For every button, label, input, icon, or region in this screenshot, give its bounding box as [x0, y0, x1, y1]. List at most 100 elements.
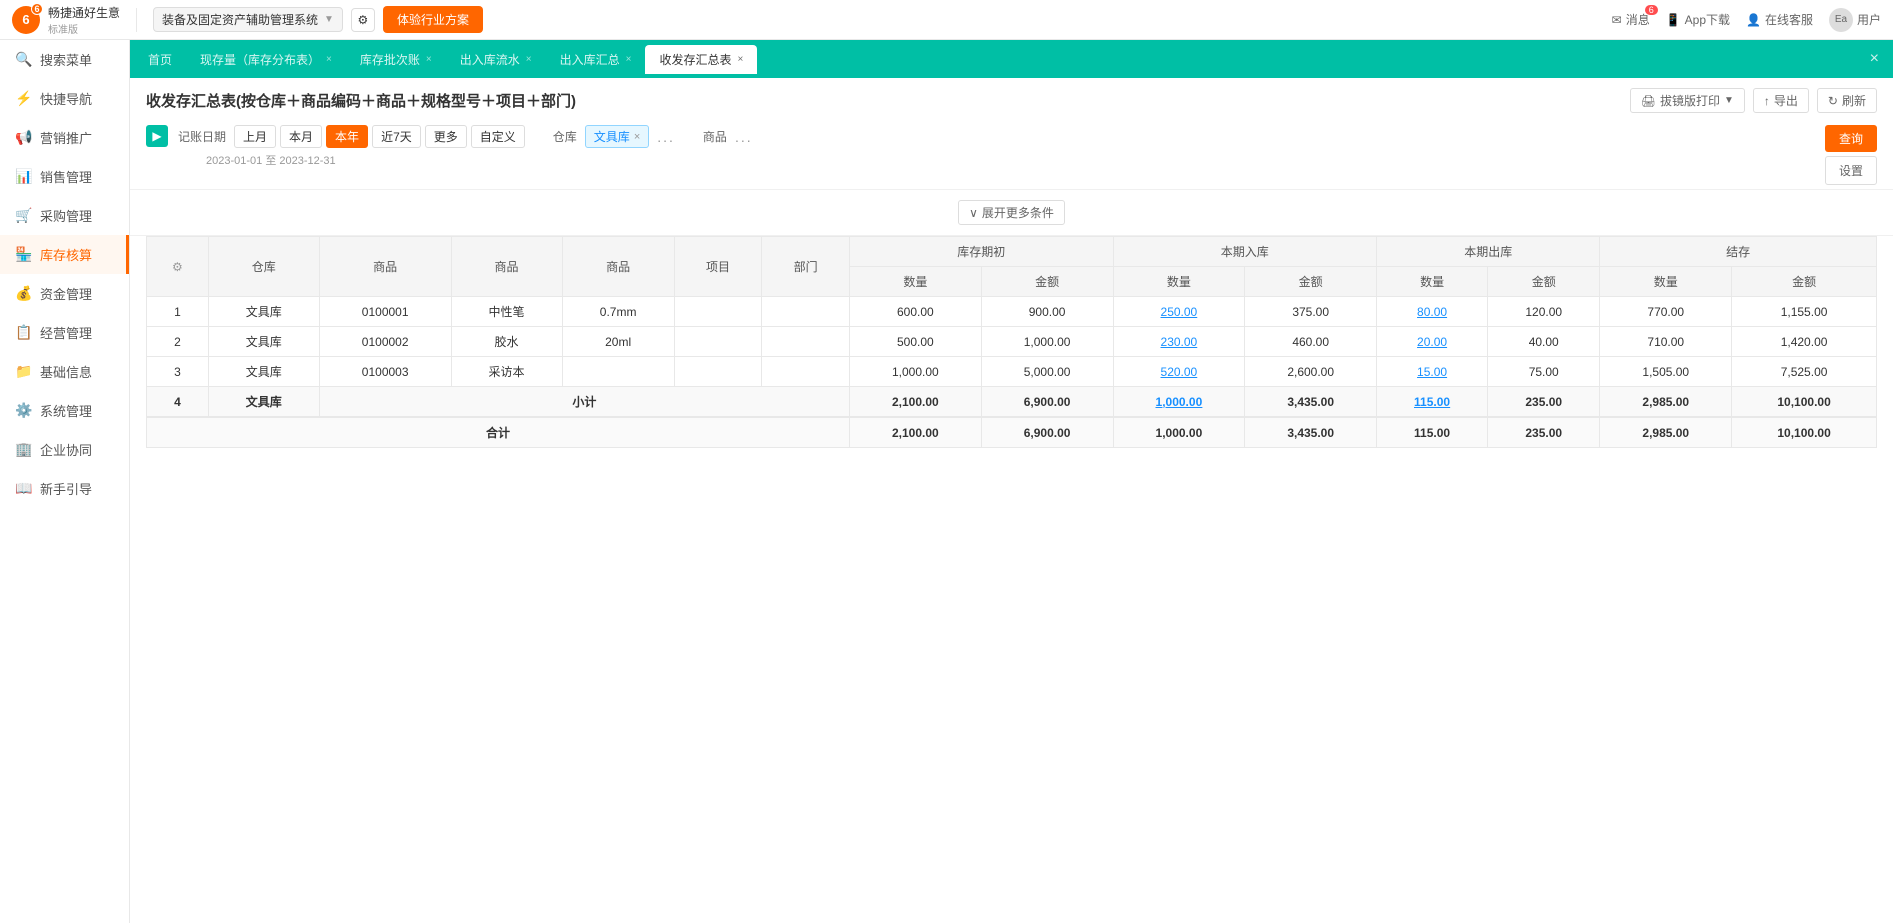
- tab-inout-summary-close[interactable]: ×: [626, 54, 632, 65]
- close-all-tabs[interactable]: ×: [1860, 50, 1889, 68]
- filter-toggle[interactable]: ▶: [146, 125, 168, 147]
- tab-stock-dist[interactable]: 现存量（库存分布表） ×: [186, 45, 346, 74]
- tab-inout-flow-close[interactable]: ×: [526, 54, 532, 65]
- subtotal-balance-qty: 2,985.00: [1600, 387, 1732, 418]
- export-button[interactable]: ↑ 导出: [1753, 88, 1809, 113]
- date-btn-custom[interactable]: 自定义: [471, 125, 525, 148]
- cell-code-1: 0100002: [319, 327, 451, 357]
- cell-name-2: 采访本: [451, 357, 562, 387]
- message-btn[interactable]: ✉ 消息 6: [1612, 11, 1650, 28]
- date-btn-more[interactable]: 更多: [425, 125, 467, 148]
- cell-in-amt-0: 375.00: [1245, 297, 1377, 327]
- total-out-amt: 235.00: [1488, 417, 1600, 448]
- th-out-qty: 数量: [1377, 267, 1488, 297]
- query-button[interactable]: 查询: [1825, 125, 1877, 152]
- sidebar-item-purchase[interactable]: 🛒采购管理: [0, 196, 129, 235]
- cell-spec-0: 0.7mm: [562, 297, 674, 327]
- app-download-btn[interactable]: 📱 App下载: [1666, 11, 1730, 28]
- total-in-qty: 1,000.00: [1113, 417, 1245, 448]
- th-in: 本期入库: [1113, 237, 1377, 267]
- cell-warehouse-2: 文具库: [208, 357, 319, 387]
- subtotal-in-amt: 3,435.00: [1245, 387, 1377, 418]
- cell-project-1: [674, 327, 762, 357]
- table-gear-th[interactable]: ⚙: [147, 237, 209, 297]
- date-btn-this-month[interactable]: 本月: [280, 125, 322, 148]
- total-opening-amt: 6,900.00: [981, 417, 1113, 448]
- cell-dept-2: [762, 357, 850, 387]
- product-more[interactable]: ...: [735, 129, 753, 145]
- sidebar-item-basic_info[interactable]: 📁基础信息: [0, 352, 129, 391]
- sidebar-item-assets[interactable]: 💰资金管理: [0, 274, 129, 313]
- date-btn-last-month[interactable]: 上月: [234, 125, 276, 148]
- th-project: 项目: [674, 237, 762, 297]
- app-tag: 标准版: [48, 21, 120, 36]
- subtotal-in-qty[interactable]: 1,000.00: [1113, 387, 1245, 418]
- sidebar-item-system[interactable]: ⚙️系统管理: [0, 391, 129, 430]
- th-opening: 库存期初: [849, 237, 1113, 267]
- tab-batch-close[interactable]: ×: [426, 54, 432, 65]
- app-logo: 6 6: [12, 6, 40, 34]
- tab-inout-flow[interactable]: 出入库流水 ×: [446, 45, 546, 74]
- cell-out-amt-1: 40.00: [1488, 327, 1600, 357]
- sidebar-item-inventory[interactable]: 🏪库存核算: [0, 235, 129, 274]
- total-out-qty: 115.00: [1377, 417, 1488, 448]
- message-icon: ✉: [1612, 13, 1622, 27]
- sidebar-item-sales[interactable]: 📊销售管理: [0, 157, 129, 196]
- date-options: 上月 本月 本年 近7天 更多 自定义: [234, 125, 525, 148]
- tab-home[interactable]: 首页: [134, 45, 186, 74]
- online-service-btn[interactable]: 👤 在线客服: [1746, 11, 1813, 28]
- warehouse-tag-close[interactable]: ×: [634, 131, 640, 143]
- tab-inout-summary-label: 出入库汇总: [560, 51, 620, 68]
- settings-button[interactable]: 设置: [1825, 156, 1877, 185]
- cell-opening-qty-2: 1,000.00: [849, 357, 981, 387]
- user-btn[interactable]: Ea 用户: [1829, 8, 1881, 32]
- cell-project-2: [674, 357, 762, 387]
- experience-button[interactable]: 体验行业方案: [383, 6, 483, 33]
- service-icon: 👤: [1746, 13, 1761, 27]
- refresh-button[interactable]: ↻ 刷新: [1817, 88, 1877, 113]
- tab-stock-dist-close[interactable]: ×: [326, 54, 332, 65]
- sidebar-item-quick_nav[interactable]: ⚡快捷导航: [0, 79, 129, 118]
- tab-recv-send[interactable]: 收发存汇总表 ×: [645, 45, 757, 74]
- cell-balance-qty-0: 770.00: [1600, 297, 1732, 327]
- date-btn-this-year[interactable]: 本年: [326, 125, 368, 148]
- tab-inout-summary[interactable]: 出入库汇总 ×: [546, 45, 646, 74]
- cell-out-qty-0[interactable]: 80.00: [1377, 297, 1488, 327]
- cell-out-qty-1[interactable]: 20.00: [1377, 327, 1488, 357]
- th-opening-amt: 金额: [981, 267, 1113, 297]
- phone-icon: 📱: [1666, 13, 1681, 27]
- tab-batch[interactable]: 库存批次账 ×: [346, 45, 446, 74]
- tab-inout-flow-label: 出入库流水: [460, 51, 520, 68]
- settings-btn[interactable]: ⚙: [351, 8, 375, 32]
- subtotal-opening-qty: 2,100.00: [849, 387, 981, 418]
- th-spec: 商品: [562, 237, 674, 297]
- th-out-amt: 金额: [1488, 267, 1600, 297]
- purchase-icon: 🛒: [16, 208, 32, 224]
- cell-in-qty-1[interactable]: 230.00: [1113, 327, 1245, 357]
- sidebar-item-enterprise[interactable]: 🏢企业协同: [0, 430, 129, 469]
- sidebar-item-operations[interactable]: 📋经营管理: [0, 313, 129, 352]
- cell-opening-qty-0: 600.00: [849, 297, 981, 327]
- print-button[interactable]: 🖨 拔镜版打印 ▼: [1630, 88, 1745, 113]
- sidebar-item-search[interactable]: 🔍搜索菜单: [0, 40, 129, 79]
- sidebar-item-marketing[interactable]: 📢营销推广: [0, 118, 129, 157]
- date-btn-7days[interactable]: 近7天: [372, 125, 421, 148]
- cell-in-qty-0[interactable]: 250.00: [1113, 297, 1245, 327]
- cell-name-1: 胶水: [451, 327, 562, 357]
- print-label: 拔镜版打印: [1660, 92, 1720, 109]
- system-selector[interactable]: 装备及固定资产辅助管理系统 ▼: [153, 7, 343, 32]
- inventory-icon: 🏪: [16, 247, 32, 263]
- expand-conditions-btn[interactable]: ∨ 展开更多条件: [958, 200, 1065, 225]
- warehouse-more[interactable]: ...: [657, 129, 675, 145]
- basic_info-icon: 📁: [16, 364, 32, 380]
- cell-in-qty-2[interactable]: 520.00: [1113, 357, 1245, 387]
- sidebar-label-enterprise: 企业协同: [40, 440, 92, 459]
- tab-batch-label: 库存批次账: [360, 51, 420, 68]
- tab-recv-send-close[interactable]: ×: [737, 54, 743, 65]
- cell-out-qty-2[interactable]: 15.00: [1377, 357, 1488, 387]
- sidebar-item-newbie[interactable]: 📖新手引导: [0, 469, 129, 508]
- subtotal-out-qty[interactable]: 115.00: [1377, 387, 1488, 418]
- subtotal-out-amt: 235.00: [1488, 387, 1600, 418]
- cell-spec-1: 20ml: [562, 327, 674, 357]
- marketing-icon: 📢: [16, 130, 32, 146]
